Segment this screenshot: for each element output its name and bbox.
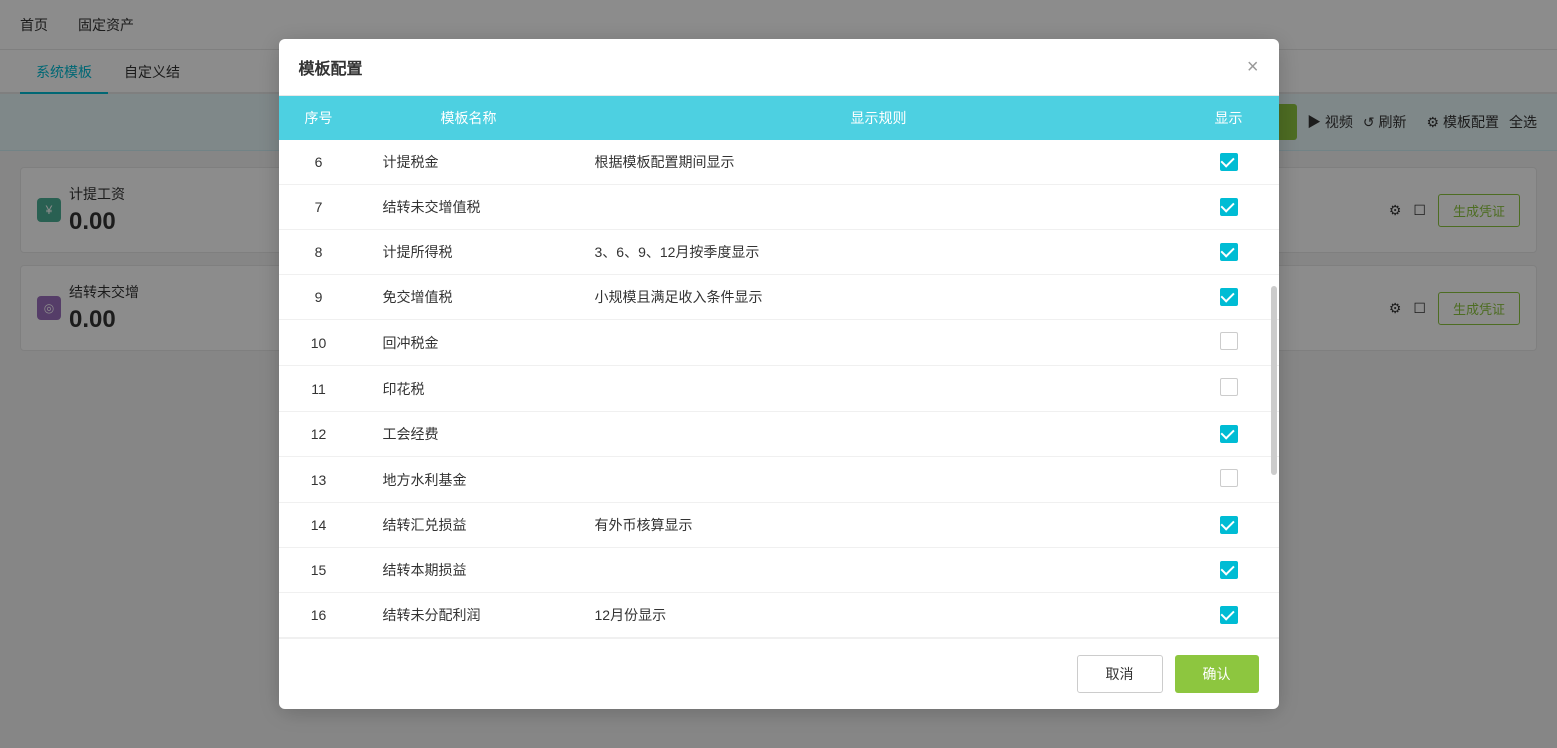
cell-name: 地方水利基金	[359, 457, 579, 503]
cell-rule	[579, 412, 1179, 457]
cell-rule: 有外币核算显示	[579, 503, 1179, 548]
cell-id: 8	[279, 230, 359, 275]
cell-id: 7	[279, 185, 359, 230]
cell-rule: 根据模板配置期间显示	[579, 140, 1179, 185]
cell-checkbox	[1179, 320, 1279, 366]
table-row: 13地方水利基金	[279, 457, 1279, 503]
checkbox-row-8[interactable]	[1220, 243, 1238, 261]
cell-checkbox	[1179, 503, 1279, 548]
cell-rule: 小规模且满足收入条件显示	[579, 275, 1179, 320]
table-row: 7结转未交增值税	[279, 185, 1279, 230]
checkbox-row-6[interactable]	[1220, 153, 1238, 171]
table-header-row: 序号 模板名称 显示规则 显示	[279, 96, 1279, 140]
modal-footer: 取消 确认	[279, 638, 1279, 709]
checkbox-row-12[interactable]	[1220, 425, 1238, 443]
checkbox-row-11[interactable]	[1220, 378, 1238, 396]
checkbox-row-10[interactable]	[1220, 332, 1238, 350]
cell-name: 计提所得税	[359, 230, 579, 275]
col-header-id: 序号	[279, 96, 359, 140]
modal-title: 模板配置	[299, 55, 363, 79]
table-row: 6计提税金根据模板配置期间显示	[279, 140, 1279, 185]
cell-checkbox	[1179, 185, 1279, 230]
modal-close-button[interactable]: ×	[1247, 57, 1259, 77]
table-row: 16结转未分配利润12月份显示	[279, 593, 1279, 638]
cell-id: 11	[279, 366, 359, 412]
cell-name: 结转未交增值税	[359, 185, 579, 230]
cell-checkbox	[1179, 593, 1279, 638]
cell-id: 9	[279, 275, 359, 320]
table-row: 12工会经费	[279, 412, 1279, 457]
cell-id: 13	[279, 457, 359, 503]
table-row: 8计提所得税3、6、9、12月按季度显示	[279, 230, 1279, 275]
cell-id: 15	[279, 548, 359, 593]
table-row: 9免交增值税小规模且满足收入条件显示	[279, 275, 1279, 320]
cell-rule: 12月份显示	[579, 593, 1179, 638]
cell-name: 结转本期损益	[359, 548, 579, 593]
col-header-rule: 显示规则	[579, 96, 1179, 140]
checkbox-row-7[interactable]	[1220, 198, 1238, 216]
scroll-thumb	[1271, 286, 1277, 476]
cell-id: 6	[279, 140, 359, 185]
table-row: 15结转本期损益	[279, 548, 1279, 593]
cell-rule	[579, 185, 1179, 230]
modal-template-config: 模板配置 × 序号 模板名称 显示规则 显示 6计提税金根据模板配置期间显示7结…	[279, 39, 1279, 709]
cell-checkbox	[1179, 457, 1279, 503]
cell-name: 印花税	[359, 366, 579, 412]
modal-overlay: 模板配置 × 序号 模板名称 显示规则 显示 6计提税金根据模板配置期间显示7结…	[0, 0, 1557, 748]
cell-id: 16	[279, 593, 359, 638]
cell-checkbox	[1179, 366, 1279, 412]
cell-id: 14	[279, 503, 359, 548]
cell-id: 12	[279, 412, 359, 457]
modal-header: 模板配置 ×	[279, 39, 1279, 96]
cell-rule	[579, 320, 1179, 366]
checkbox-row-16[interactable]	[1220, 606, 1238, 624]
cell-name: 工会经费	[359, 412, 579, 457]
cell-id: 10	[279, 320, 359, 366]
cell-name: 回冲税金	[359, 320, 579, 366]
config-table: 序号 模板名称 显示规则 显示 6计提税金根据模板配置期间显示7结转未交增值税8…	[279, 96, 1279, 638]
checkbox-row-15[interactable]	[1220, 561, 1238, 579]
cell-name: 结转未分配利润	[359, 593, 579, 638]
table-row: 14结转汇兑损益有外币核算显示	[279, 503, 1279, 548]
cell-checkbox	[1179, 275, 1279, 320]
cell-checkbox	[1179, 230, 1279, 275]
scroll-track	[1271, 96, 1277, 638]
table-row: 11印花税	[279, 366, 1279, 412]
cell-rule	[579, 366, 1179, 412]
confirm-button[interactable]: 确认	[1175, 655, 1259, 693]
cell-name: 结转汇兑损益	[359, 503, 579, 548]
cell-name: 计提税金	[359, 140, 579, 185]
table-row: 10回冲税金	[279, 320, 1279, 366]
cell-rule: 3、6、9、12月按季度显示	[579, 230, 1179, 275]
modal-body: 序号 模板名称 显示规则 显示 6计提税金根据模板配置期间显示7结转未交增值税8…	[279, 96, 1279, 638]
cell-rule	[579, 457, 1179, 503]
col-header-name: 模板名称	[359, 96, 579, 140]
cell-name: 免交增值税	[359, 275, 579, 320]
cell-checkbox	[1179, 548, 1279, 593]
cell-checkbox	[1179, 412, 1279, 457]
checkbox-row-14[interactable]	[1220, 516, 1238, 534]
checkbox-row-13[interactable]	[1220, 469, 1238, 487]
checkbox-row-9[interactable]	[1220, 288, 1238, 306]
cancel-button[interactable]: 取消	[1077, 655, 1163, 693]
cell-checkbox	[1179, 140, 1279, 185]
cell-rule	[579, 548, 1179, 593]
col-header-display: 显示	[1179, 96, 1279, 140]
